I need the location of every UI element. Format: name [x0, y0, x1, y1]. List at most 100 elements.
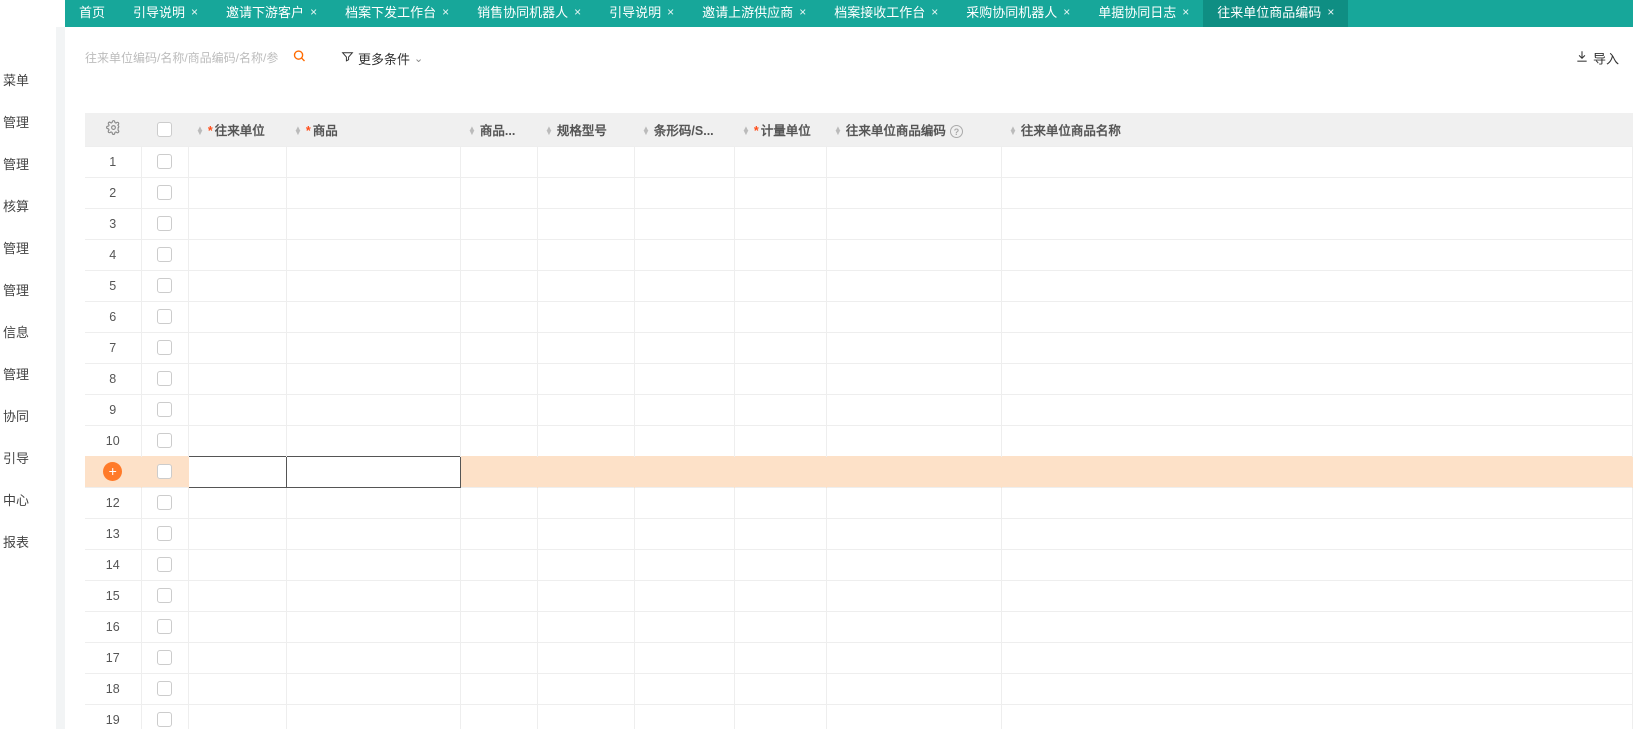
tab[interactable]: 引导说明× [595, 0, 688, 27]
column-label: 往来单位 [215, 124, 265, 138]
sidebar-item[interactable]: 管理 [0, 102, 32, 144]
tab[interactable]: 销售协同机器人× [463, 0, 595, 27]
close-icon[interactable]: × [574, 5, 581, 19]
tab[interactable]: 档案接收工作台 × [820, 0, 952, 27]
tab[interactable]: 采购协同机器人× [952, 0, 1084, 27]
row-checkbox[interactable] [157, 278, 172, 293]
cell[interactable] [286, 456, 460, 487]
sidebar-item[interactable]: 管理 [0, 354, 32, 396]
close-icon[interactable]: × [799, 5, 806, 19]
row-checkbox[interactable] [157, 340, 172, 355]
help-icon[interactable]: ? [950, 125, 963, 138]
tab[interactable]: 档案下发工作台× [331, 0, 463, 27]
sidebar-item[interactable]: 中心 [0, 480, 32, 522]
search-icon[interactable] [292, 49, 307, 68]
cell [460, 549, 537, 580]
col-uom[interactable]: ▲▼*计量单位 [734, 113, 826, 146]
filter-icon [341, 50, 354, 66]
row-checkbox[interactable] [157, 185, 172, 200]
sidebar-item[interactable]: 管理 [0, 228, 32, 270]
close-icon[interactable]: × [310, 5, 317, 19]
tab[interactable]: 往来单位商品编码× [1203, 0, 1348, 27]
cell [537, 177, 634, 208]
more-conditions-button[interactable]: 更多条件 ⌄ [341, 49, 423, 68]
export-button[interactable]: 导入 [1575, 49, 1619, 68]
cell [537, 487, 634, 518]
row-checkbox[interactable] [157, 247, 172, 262]
cell [826, 146, 1001, 177]
row-checkbox[interactable] [157, 309, 172, 324]
cell [537, 363, 634, 394]
cell [826, 425, 1001, 456]
cell[interactable] [188, 456, 286, 487]
cell [460, 394, 537, 425]
sidebar-item[interactable]: 信息 [0, 312, 32, 354]
row-checkbox[interactable] [157, 681, 172, 696]
close-icon[interactable]: × [1063, 5, 1070, 19]
sidebar-item[interactable]: 菜单 [0, 60, 32, 102]
cell [286, 611, 460, 642]
col-barcode[interactable]: ▲▼条形码/S... [634, 113, 734, 146]
tab[interactable]: 邀请下游客户 × [212, 0, 331, 27]
col-product-class[interactable]: ▲▼商品... [460, 113, 537, 146]
add-row-cell: + [85, 456, 141, 487]
add-row-button[interactable]: + [103, 462, 122, 481]
cell [537, 239, 634, 270]
row-checkbox[interactable] [157, 154, 172, 169]
select-all-checkbox[interactable] [157, 122, 172, 137]
export-icon [1575, 50, 1589, 67]
col-unit[interactable]: ▲▼*往来单位 [188, 113, 286, 146]
more-conditions-label: 更多条件 [358, 49, 410, 68]
close-icon[interactable]: × [1327, 5, 1334, 19]
row-checkbox[interactable] [157, 216, 172, 231]
close-icon[interactable]: × [191, 5, 198, 19]
table-row: 1 [85, 146, 1633, 177]
close-icon[interactable]: × [442, 5, 449, 19]
tab-label: 档案接收工作台 [834, 2, 925, 21]
tab-label: 邀请下游客户 [226, 2, 304, 21]
search-input[interactable] [85, 44, 307, 72]
sidebar-item[interactable]: 管理 [0, 270, 32, 312]
sidebar-item[interactable]: 管理 [0, 144, 32, 186]
cell [826, 394, 1001, 425]
sidebar-item[interactable]: 报表 [0, 522, 32, 564]
sidebar-item[interactable]: 引导 [0, 438, 32, 480]
sidebar-item[interactable]: 核算 [0, 186, 32, 228]
tab[interactable]: 邀请上游供应商× [688, 0, 820, 27]
col-unit-product-name[interactable]: ▲▼往来单位商品名称 [1001, 113, 1633, 146]
tab[interactable]: 单据协同日志× [1084, 0, 1203, 27]
row-checkbox[interactable] [157, 402, 172, 417]
close-icon[interactable]: × [931, 5, 938, 19]
cell [1001, 487, 1633, 518]
col-settings[interactable] [85, 113, 141, 146]
cell [634, 177, 734, 208]
col-unit-product-code[interactable]: ▲▼往来单位商品编码? [826, 113, 1001, 146]
row-checkbox[interactable] [157, 526, 172, 541]
row-checkbox[interactable] [157, 433, 172, 448]
cell [1001, 301, 1633, 332]
row-checkbox[interactable] [157, 588, 172, 603]
row-checkbox[interactable] [157, 619, 172, 634]
column-label: 规格型号 [557, 124, 607, 138]
row-checkbox[interactable] [157, 495, 172, 510]
cell-editor[interactable] [287, 457, 460, 487]
row-checkbox[interactable] [157, 464, 172, 479]
row-checkbox[interactable] [157, 712, 172, 727]
cell [460, 704, 537, 729]
cell [734, 301, 826, 332]
row-checkbox[interactable] [157, 557, 172, 572]
col-spec[interactable]: ▲▼规格型号 [537, 113, 634, 146]
row-checkbox[interactable] [157, 371, 172, 386]
cell [734, 611, 826, 642]
col-product[interactable]: ▲▼*商品 [286, 113, 460, 146]
close-icon[interactable]: × [1182, 5, 1189, 19]
col-select-all[interactable] [141, 113, 188, 146]
export-label: 导入 [1593, 49, 1619, 68]
tab[interactable]: 引导说明× [119, 0, 212, 27]
cell-editor[interactable] [189, 457, 286, 487]
row-checkbox[interactable] [157, 650, 172, 665]
sidebar-item[interactable]: 协同 [0, 396, 32, 438]
cell [734, 239, 826, 270]
close-icon[interactable]: × [667, 5, 674, 19]
tab[interactable]: 首页 [65, 0, 119, 27]
